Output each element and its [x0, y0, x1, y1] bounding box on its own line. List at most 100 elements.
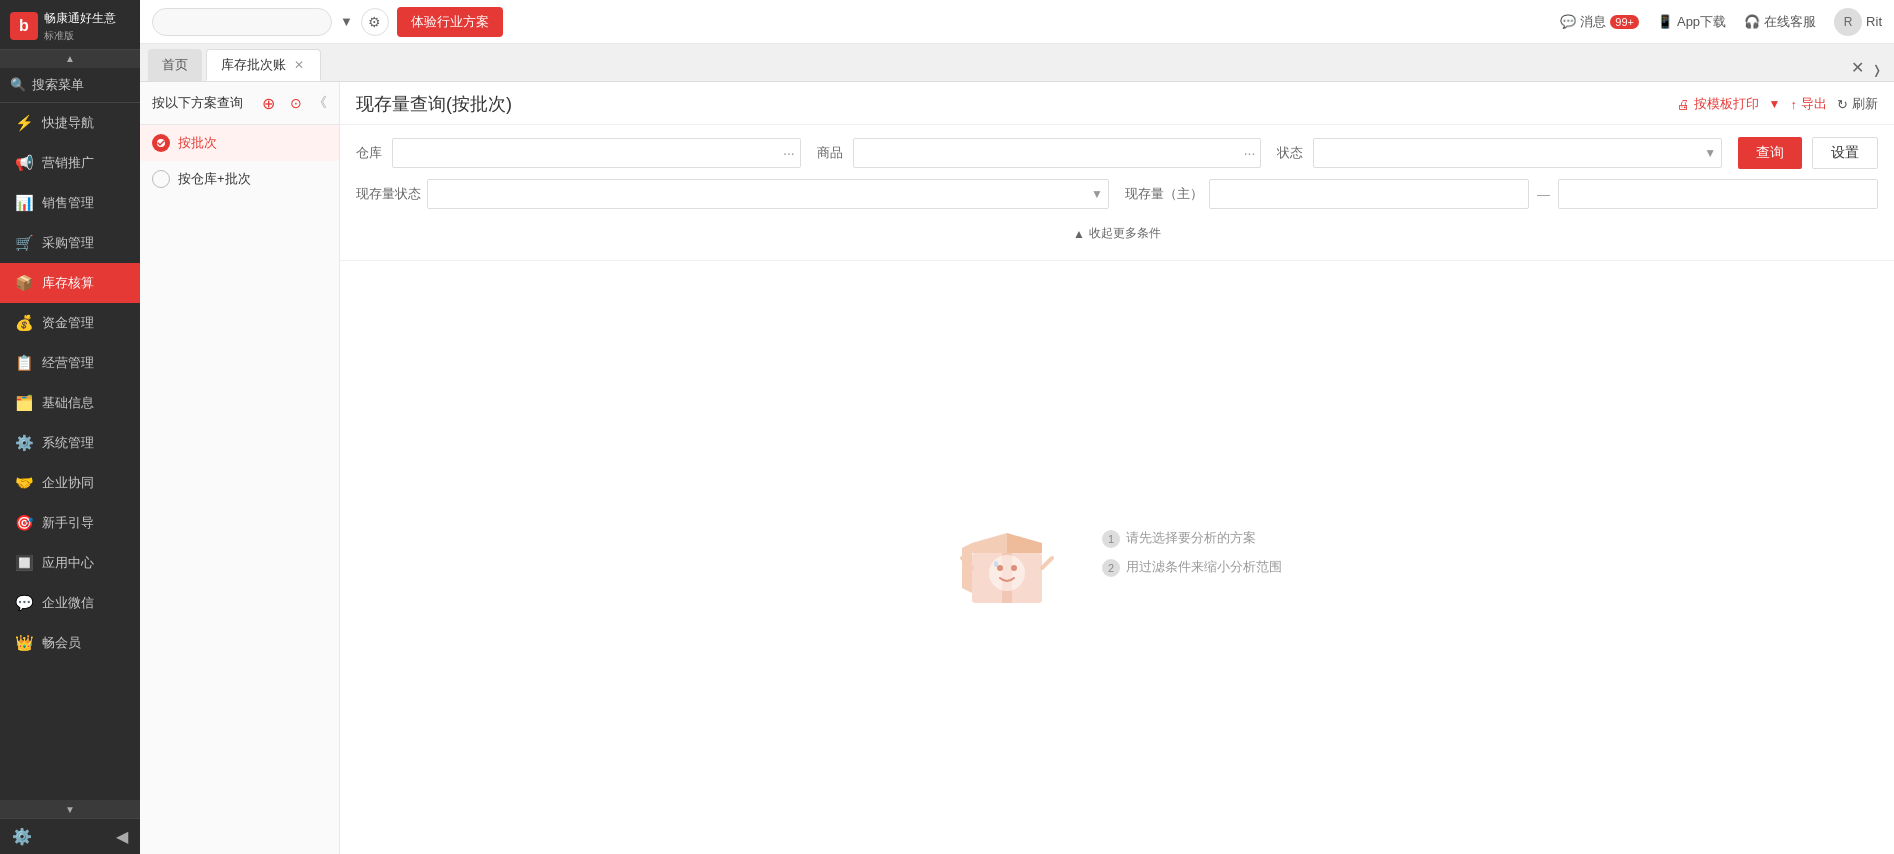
sidebar-item-appstore[interactable]: 🔲 应用中心 [0, 543, 140, 583]
manage-scheme-btn[interactable]: ⊙ [285, 92, 307, 114]
warehouse-dots[interactable]: ··· [783, 145, 795, 161]
refresh-icon: ↻ [1837, 97, 1848, 112]
page-title-bar: 现存量查询(按批次) 🖨 按模板打印 ▼ ↑ 导出 ↻ 刷新 [340, 82, 1894, 125]
print-dropdown-btn[interactable]: ▼ [1769, 97, 1781, 111]
sidebar-item-inventory[interactable]: 📦 库存核算 [0, 263, 140, 303]
sidebar-item-system[interactable]: ⚙️ 系统管理 [0, 423, 140, 463]
scheme-item-by-warehouse-batch[interactable]: 按仓库+批次 [140, 161, 339, 197]
sidebar-item-wechat[interactable]: 💬 企业微信 [0, 583, 140, 623]
print-label: 按模板打印 [1694, 95, 1759, 113]
scheme-dot-active [152, 134, 170, 152]
refresh-label: 刷新 [1852, 95, 1878, 113]
add-scheme-btn[interactable]: ⊕ [257, 92, 279, 114]
filter-settings-btn[interactable]: 设置 [1812, 137, 1878, 169]
stock-qty-min[interactable] [1209, 179, 1529, 209]
sidebar-item-label: 应用中心 [42, 554, 94, 572]
logo-char: b [19, 17, 29, 35]
message-badge: 99+ [1610, 15, 1639, 29]
sidebar-scroll-up[interactable]: ▲ [0, 50, 140, 68]
tab-inventory-batch-close[interactable]: ✕ [292, 57, 306, 73]
svg-marker-2 [972, 533, 1007, 553]
sidebar-item-label: 畅会员 [42, 634, 81, 652]
scheme-item-by-batch[interactable]: 按批次 [140, 125, 339, 161]
tip-num-1: 1 [1102, 530, 1120, 548]
sidebar-item-newuser[interactable]: 🎯 新手引导 [0, 503, 140, 543]
tabs-more-btn[interactable]: ❭ [1868, 59, 1886, 81]
svg-line-11 [1042, 558, 1052, 568]
sidebar-item-label: 基础信息 [42, 394, 94, 412]
tab-home[interactable]: 首页 [148, 49, 202, 81]
product-dots[interactable]: ··· [1244, 145, 1256, 161]
sidebar-item-label: 资金管理 [42, 314, 94, 332]
sidebar-search[interactable]: 🔍 搜索菜单 [0, 68, 140, 103]
stock-qty-max[interactable] [1558, 179, 1878, 209]
left-panel-header: 按以下方案查询 ⊕ ⊙ 《 [140, 82, 339, 125]
sidebar-item-label: 销售管理 [42, 194, 94, 212]
user-profile[interactable]: R Rit [1834, 8, 1882, 36]
stock-status-select-wrap: ▼ [427, 179, 1109, 209]
svg-point-9 [994, 561, 998, 567]
purchase-icon: 🛒 [14, 233, 34, 253]
warehouse-input[interactable] [392, 138, 801, 168]
sidebar-footer: ⚙️ ◀ [0, 818, 140, 854]
status-select-wrap: 正常 禁用 ▼ [1313, 138, 1722, 168]
export-label: 导出 [1801, 95, 1827, 113]
refresh-btn[interactable]: ↻ 刷新 [1837, 95, 1878, 113]
sidebar-item-label: 营销推广 [42, 154, 94, 172]
sidebar-item-operations[interactable]: 📋 经营管理 [0, 343, 140, 383]
sidebar-item-purchase[interactable]: 🛒 采购管理 [0, 223, 140, 263]
sidebar-scroll-down[interactable]: ▼ [0, 800, 140, 818]
sidebar-item-shortcut[interactable]: ⚡ 快捷导航 [0, 103, 140, 143]
app-download-label: App下载 [1677, 13, 1726, 31]
sidebar-item-label: 系统管理 [42, 434, 94, 452]
message-action[interactable]: 💬 消息 99+ [1560, 13, 1639, 31]
query-btn[interactable]: 查询 [1738, 137, 1802, 169]
page-title: 现存量查询(按批次) [356, 92, 512, 116]
app-download-action[interactable]: 📱 App下载 [1657, 13, 1726, 31]
footer-settings-icon[interactable]: ⚙️ [12, 827, 32, 846]
sidebar-item-label: 经营管理 [42, 354, 94, 372]
sidebar-item-basic[interactable]: 🗂️ 基础信息 [0, 383, 140, 423]
collapse-left-panel-btn[interactable]: 《 [313, 92, 327, 114]
collapse-more-btn[interactable]: ▲ 收起更多条件 [356, 219, 1878, 248]
print-btn[interactable]: 🖨 按模板打印 [1677, 95, 1759, 113]
print-icon: 🖨 [1677, 97, 1690, 112]
filter-row-1: 仓库 ··· 商品 ··· 状态 [356, 137, 1878, 169]
sidebar-header: b 畅康通好生意 标准版 [0, 0, 140, 50]
status-select[interactable]: 正常 禁用 [1313, 138, 1722, 168]
sidebar-nav: ⚡ 快捷导航 📢 营销推广 📊 销售管理 🛒 采购管理 📦 库存核算 💰 资金管… [0, 103, 140, 800]
stock-status-select[interactable] [427, 179, 1109, 209]
sidebar-item-sales[interactable]: 📊 销售管理 [0, 183, 140, 223]
wechat-icon: 💬 [14, 593, 34, 613]
tab-inventory-batch[interactable]: 库存批次账 ✕ [206, 49, 321, 81]
title-actions: 🖨 按模板打印 ▼ ↑ 导出 ↻ 刷新 [1677, 95, 1878, 113]
header-dropdown-btn[interactable]: ▼ [340, 14, 353, 29]
sidebar-item-finance[interactable]: 💰 资金管理 [0, 303, 140, 343]
footer-collapse-icon[interactable]: ◀ [116, 827, 128, 846]
stock-status-label: 现存量状态 [356, 185, 421, 203]
scheme-label-by-batch: 按批次 [178, 134, 217, 152]
close-panel-btn[interactable]: ✕ [1847, 54, 1868, 81]
online-service-action[interactable]: 🎧 在线客服 [1744, 13, 1816, 31]
inventory-icon: 📦 [14, 273, 34, 293]
sidebar-item-marketing[interactable]: 📢 营销推广 [0, 143, 140, 183]
operations-icon: 📋 [14, 353, 34, 373]
status-label: 状态 [1277, 144, 1307, 162]
experience-btn[interactable]: 体验行业方案 [397, 7, 503, 37]
header-settings-btn[interactable]: ⚙ [361, 8, 389, 36]
tip-text-1: 请先选择要分析的方案 [1126, 529, 1256, 547]
warehouse-label: 仓库 [356, 144, 386, 162]
product-input[interactable] [853, 138, 1262, 168]
sidebar-item-enterprise[interactable]: 🤝 企业协同 [0, 463, 140, 503]
sidebar-search-label: 搜索菜单 [32, 76, 84, 94]
export-icon: ↑ [1791, 97, 1798, 112]
header-search-input[interactable] [152, 8, 332, 36]
appstore-icon: 🔲 [14, 553, 34, 573]
sidebar-item-member[interactable]: 👑 畅会员 [0, 623, 140, 663]
enterprise-icon: 🤝 [14, 473, 34, 493]
message-icon: 💬 [1560, 14, 1576, 29]
stock-qty-range: — [1209, 179, 1878, 209]
left-panel-actions: ⊕ ⊙ 《 [257, 92, 327, 114]
export-btn[interactable]: ↑ 导出 [1791, 95, 1828, 113]
stock-qty-dash: — [1537, 187, 1550, 202]
